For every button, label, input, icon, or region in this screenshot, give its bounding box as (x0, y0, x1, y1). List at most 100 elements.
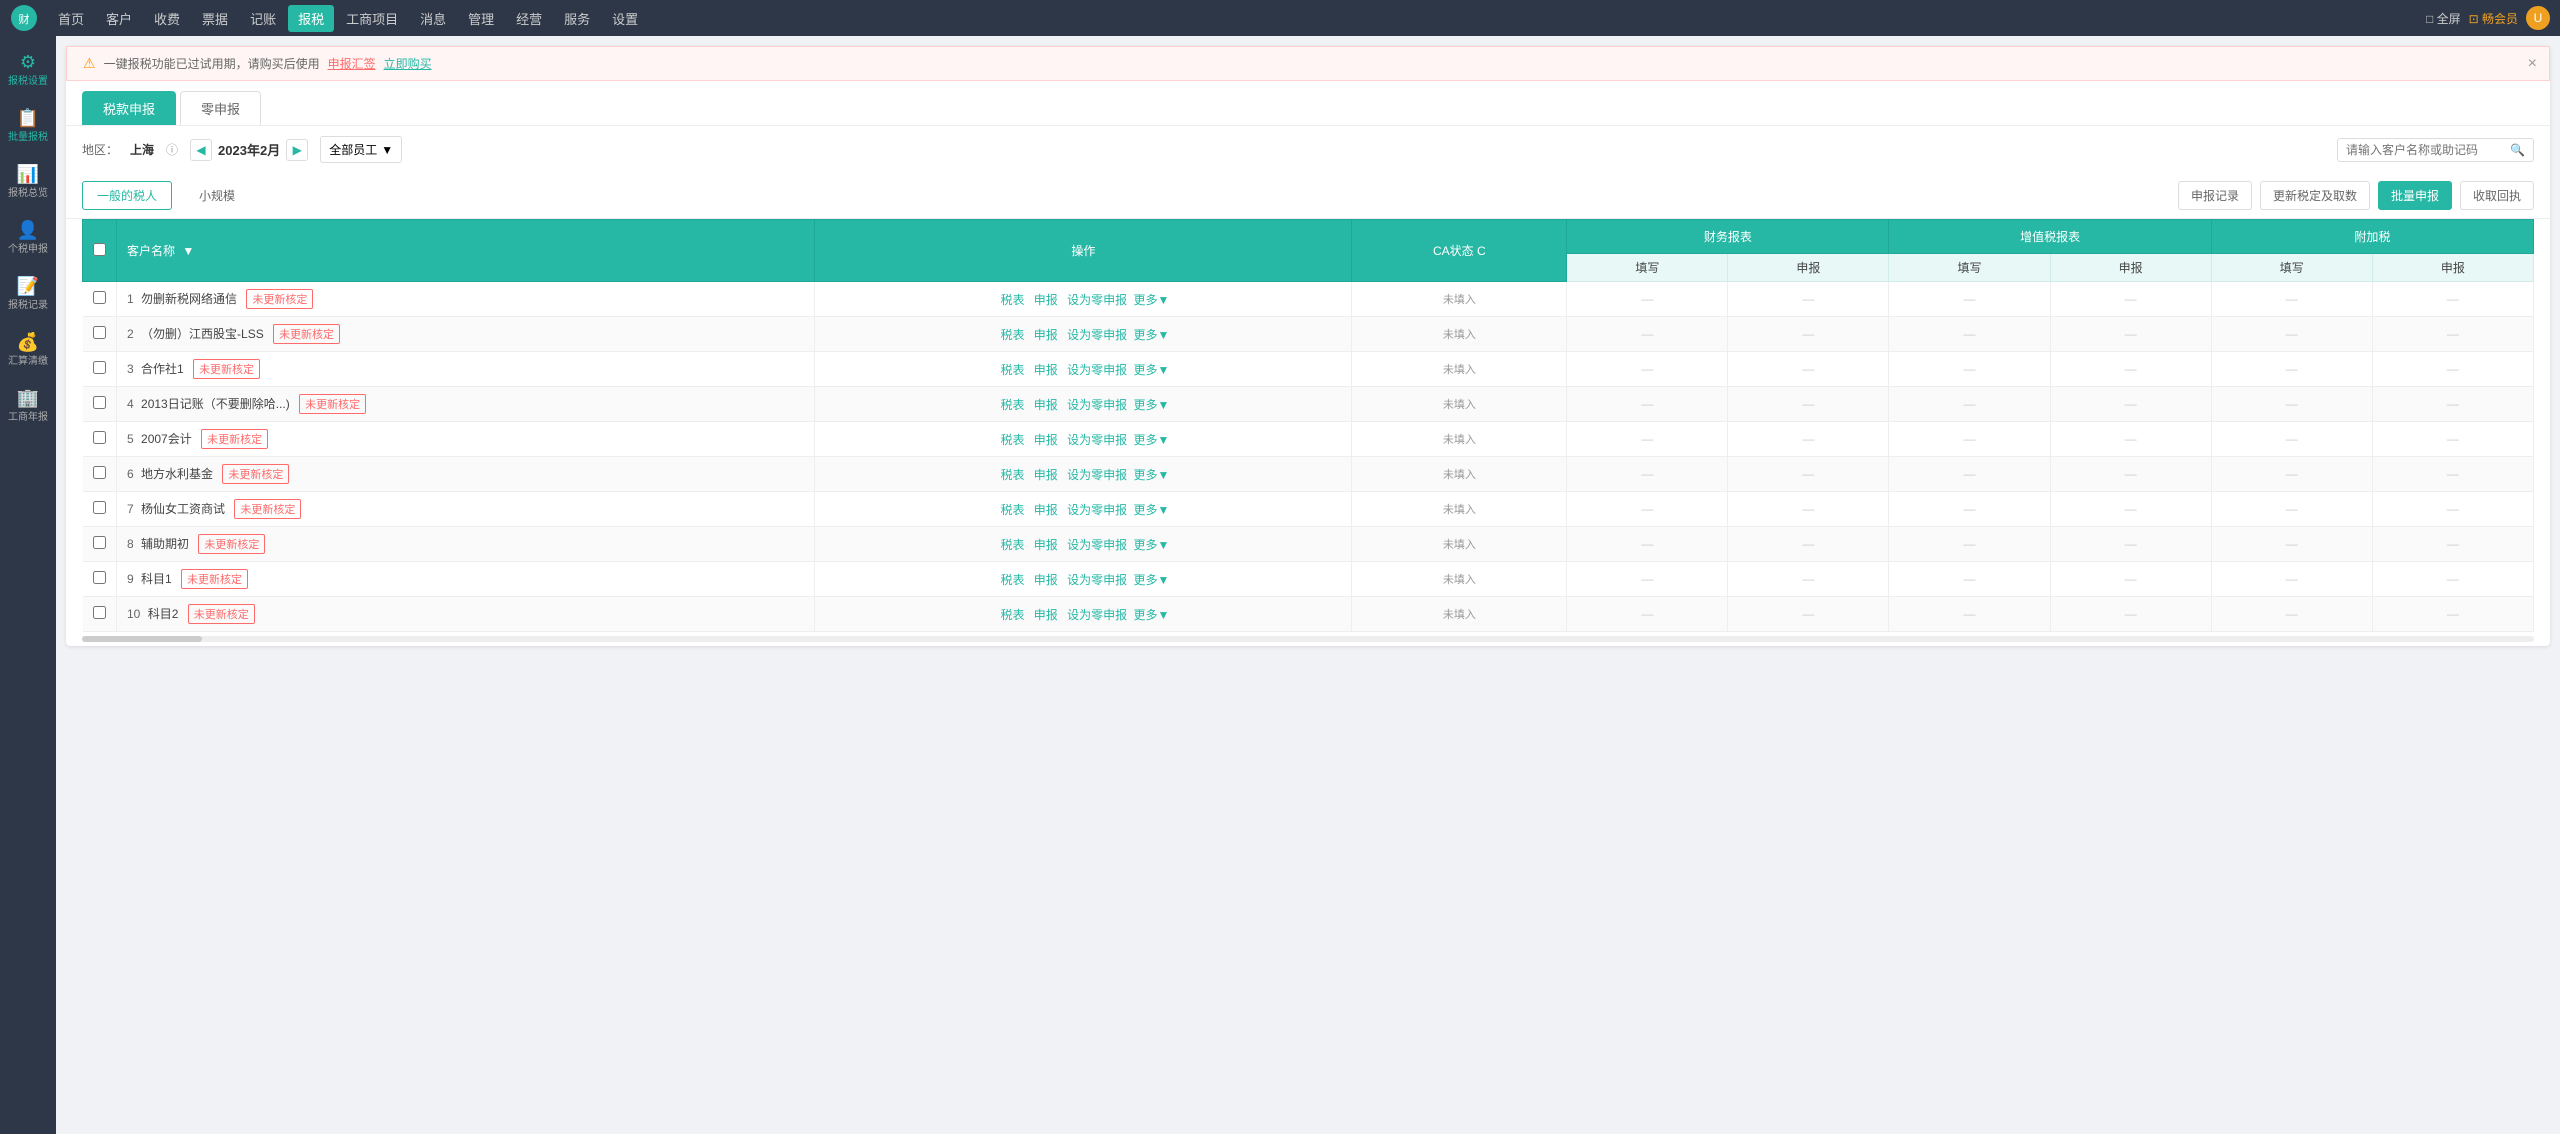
row-op-declare[interactable]: 申报 (1034, 608, 1058, 622)
row-op-zero[interactable]: 设为零申报 (1067, 573, 1127, 587)
row-op-zero[interactable]: 设为零申报 (1067, 503, 1127, 517)
date-next-button[interactable]: ▶ (286, 139, 308, 161)
notice-link-buy[interactable]: 立即购买 (384, 55, 432, 72)
row-op-more[interactable]: 更多▼ (1134, 468, 1170, 482)
nav-customer[interactable]: 客户 (96, 5, 142, 32)
row-op-more[interactable]: 更多▼ (1134, 433, 1170, 447)
tab-tax-declaration[interactable]: 税款申报 (82, 91, 176, 125)
row-op-more[interactable]: 更多▼ (1134, 503, 1170, 517)
row-op-tax-form[interactable]: 税表 (1000, 608, 1024, 622)
member-btn[interactable]: ⊡ 畅会员 (2469, 10, 2518, 27)
row-op-tax-form[interactable]: 税表 (1000, 468, 1024, 482)
row-status-tag: 未更新核定 (188, 604, 255, 624)
row-op-more[interactable]: 更多▼ (1134, 293, 1170, 307)
sidebar-item-batch-tax[interactable]: 📋 批量报税 (2, 100, 54, 152)
tab-general-taxpayer[interactable]: 一般的税人 (82, 181, 172, 210)
row-fin-declare: — (1728, 387, 1889, 422)
staff-select[interactable]: 全部员工 ▼ (320, 136, 402, 163)
record-button[interactable]: 申报记录 (2178, 181, 2252, 210)
row-ca-status: 未填入 (1352, 422, 1567, 457)
row-op-more[interactable]: 更多▼ (1134, 608, 1170, 622)
taxpayer-bar: 一般的税人 小规模 申报记录 更新税定及取数 批量申报 收取回执 (66, 173, 2550, 219)
update-button[interactable]: 更新税定及取数 (2260, 181, 2370, 210)
nav-operation[interactable]: 经营 (506, 5, 552, 32)
sidebar-item-personal-tax[interactable]: 👤 个税申报 (2, 212, 54, 264)
row-op-tax-form[interactable]: 税表 (1000, 398, 1024, 412)
row-op-more[interactable]: 更多▼ (1134, 573, 1170, 587)
row-op-zero[interactable]: 设为零申报 (1067, 328, 1127, 342)
row-checkbox-8[interactable] (93, 571, 106, 584)
user-avatar[interactable]: U (2526, 6, 2550, 30)
row-fin-fill: — (1567, 282, 1728, 317)
row-op-declare[interactable]: 申报 (1034, 538, 1058, 552)
row-checkbox-5[interactable] (93, 466, 106, 479)
search-icon[interactable]: 🔍 (2510, 143, 2525, 157)
row-op-zero[interactable]: 设为零申报 (1067, 293, 1127, 307)
nav-business[interactable]: 工商项目 (336, 5, 408, 32)
row-op-tax-form[interactable]: 税表 (1000, 538, 1024, 552)
row-checkbox-0[interactable] (93, 291, 106, 304)
retrieve-button[interactable]: 收取回执 (2460, 181, 2534, 210)
row-op-declare[interactable]: 申报 (1034, 573, 1058, 587)
nav-invoice[interactable]: 票据 (192, 5, 238, 32)
sidebar-item-annual-report[interactable]: 🏢 工商年报 (2, 380, 54, 432)
sidebar-item-tax-settings[interactable]: ⚙ 报税设置 (2, 44, 54, 96)
select-all-checkbox[interactable] (93, 243, 106, 256)
row-checkbox-3[interactable] (93, 396, 106, 409)
row-op-zero[interactable]: 设为零申报 (1067, 398, 1127, 412)
row-checkbox-7[interactable] (93, 536, 106, 549)
row-checkbox-4[interactable] (93, 431, 106, 444)
row-checkbox-6[interactable] (93, 501, 106, 514)
nav-fee[interactable]: 收费 (144, 5, 190, 32)
row-op-zero[interactable]: 设为零申报 (1067, 608, 1127, 622)
row-ops: 税表 申报 设为零申报 更多▼ (815, 597, 1352, 632)
row-op-declare[interactable]: 申报 (1034, 328, 1058, 342)
row-op-zero[interactable]: 设为零申报 (1067, 538, 1127, 552)
row-checkbox-2[interactable] (93, 361, 106, 374)
logo[interactable]: 财 (10, 4, 38, 32)
row-op-declare[interactable]: 申报 (1034, 503, 1058, 517)
row-op-zero[interactable]: 设为零申报 (1067, 433, 1127, 447)
row-op-declare[interactable]: 申报 (1034, 363, 1058, 377)
date-prev-button[interactable]: ◀ (190, 139, 212, 161)
sort-icon[interactable]: ▼ (182, 244, 194, 258)
row-op-tax-form[interactable]: 税表 (1000, 433, 1024, 447)
row-op-more[interactable]: 更多▼ (1134, 398, 1170, 412)
scroll-track[interactable] (82, 636, 2534, 642)
nav-manage[interactable]: 管理 (458, 5, 504, 32)
row-op-declare[interactable]: 申报 (1034, 433, 1058, 447)
notice-close-button[interactable]: × (2528, 55, 2537, 73)
nav-settings[interactable]: 设置 (602, 5, 648, 32)
row-op-zero[interactable]: 设为零申报 (1067, 468, 1127, 482)
row-op-tax-form[interactable]: 税表 (1000, 503, 1024, 517)
scroll-thumb[interactable] (82, 636, 202, 642)
notice-link-report[interactable]: 申报汇签 (328, 55, 376, 72)
row-op-tax-form[interactable]: 税表 (1000, 573, 1024, 587)
nav-home[interactable]: 首页 (48, 5, 94, 32)
tab-small-scale[interactable]: 小规模 (184, 181, 250, 210)
region-info-icon[interactable]: ⓘ (166, 141, 178, 158)
tab-zero-declaration[interactable]: 零申报 (180, 91, 261, 125)
nav-service[interactable]: 服务 (554, 5, 600, 32)
row-op-more[interactable]: 更多▼ (1134, 538, 1170, 552)
row-op-declare[interactable]: 申报 (1034, 293, 1058, 307)
batch-declare-button[interactable]: 批量申报 (2378, 181, 2452, 210)
fullscreen-btn[interactable]: □ 全屏 (2426, 10, 2461, 27)
nav-bookkeeping[interactable]: 记账 (240, 5, 286, 32)
sidebar-item-tax-record[interactable]: 📝 报税记录 (2, 268, 54, 320)
row-checkbox-9[interactable] (93, 606, 106, 619)
row-checkbox-1[interactable] (93, 326, 106, 339)
row-op-more[interactable]: 更多▼ (1134, 363, 1170, 377)
nav-tax[interactable]: 报税 (288, 5, 334, 32)
sidebar-item-tax-overview[interactable]: 📊 报税总览 (2, 156, 54, 208)
search-input[interactable] (2346, 143, 2506, 157)
row-op-tax-form[interactable]: 税表 (1000, 363, 1024, 377)
row-op-more[interactable]: 更多▼ (1134, 328, 1170, 342)
row-op-tax-form[interactable]: 税表 (1000, 328, 1024, 342)
sidebar-item-settlement[interactable]: 💰 汇算清缴 (2, 324, 54, 376)
row-op-declare[interactable]: 申报 (1034, 398, 1058, 412)
row-op-declare[interactable]: 申报 (1034, 468, 1058, 482)
row-op-tax-form[interactable]: 税表 (1000, 293, 1024, 307)
row-op-zero[interactable]: 设为零申报 (1067, 363, 1127, 377)
nav-message[interactable]: 消息 (410, 5, 456, 32)
